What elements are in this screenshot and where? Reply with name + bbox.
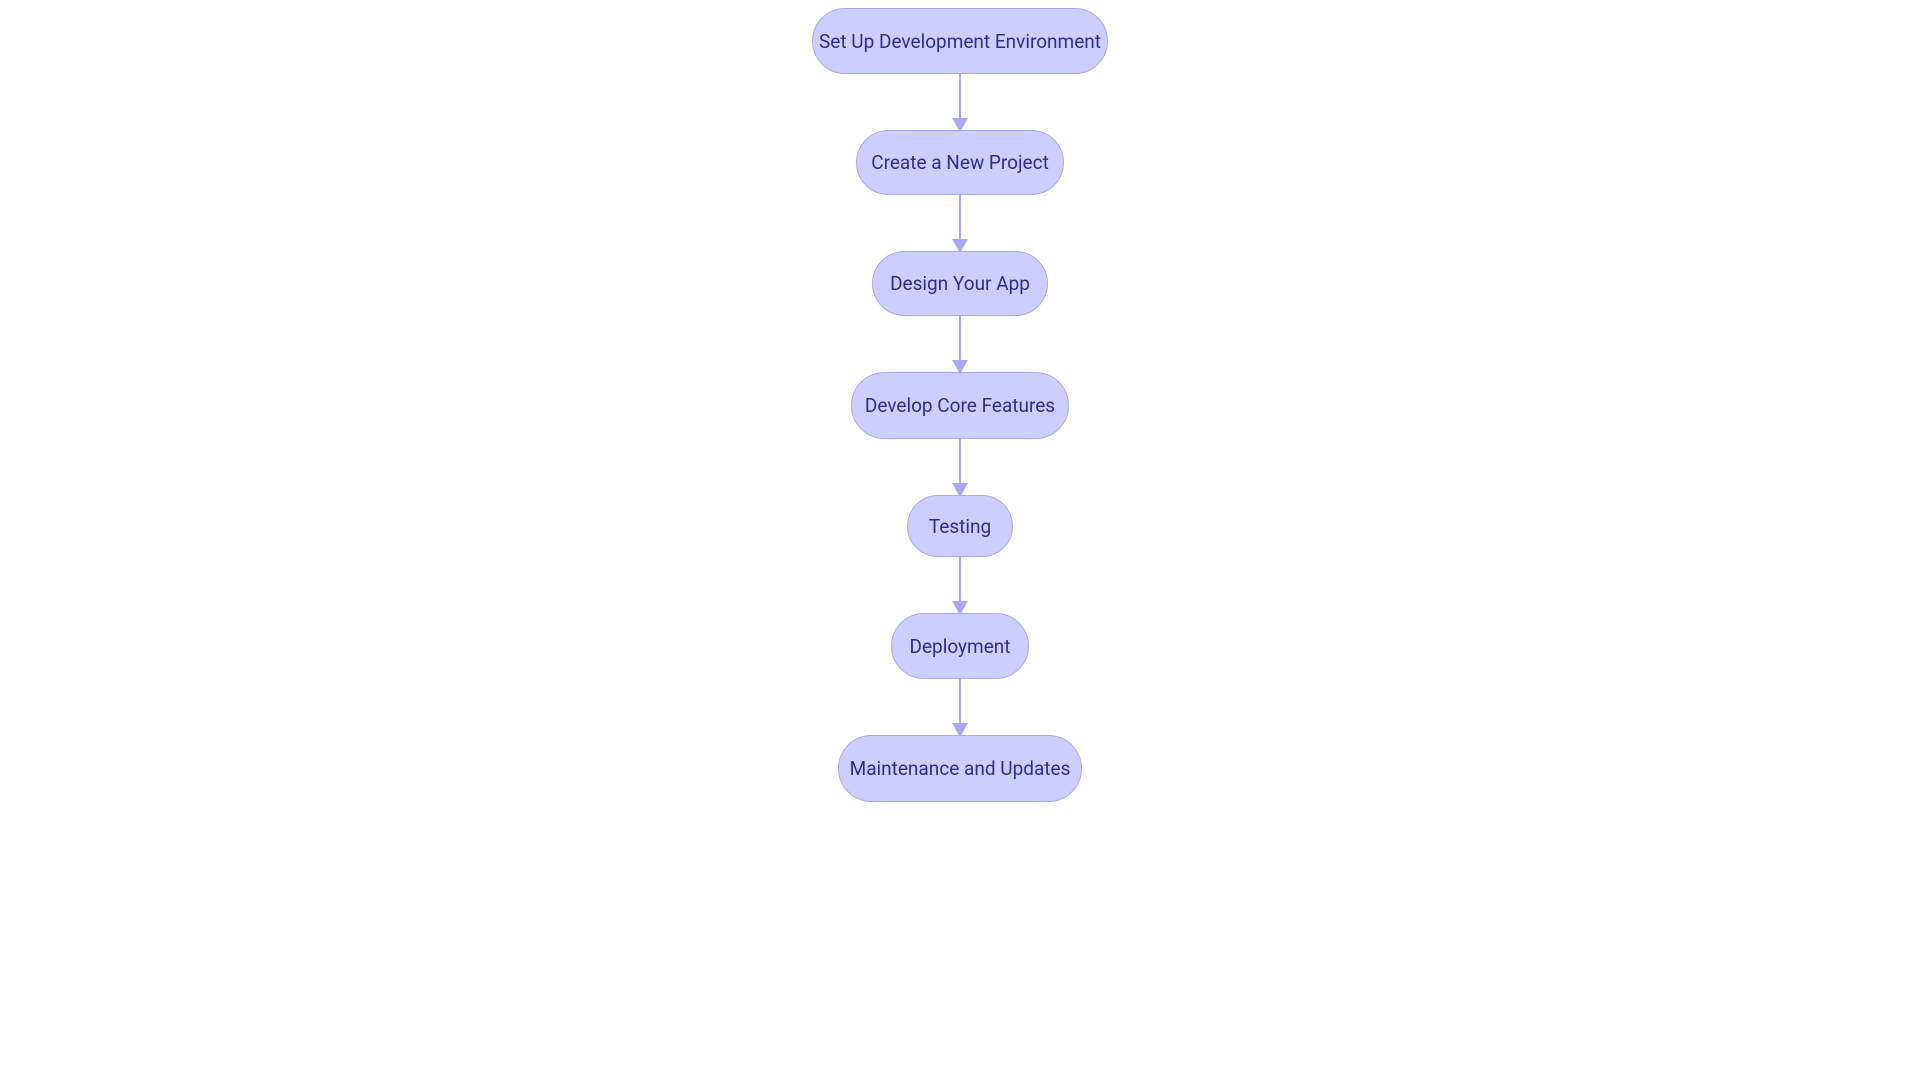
arrow-down-icon xyxy=(959,195,961,251)
node-develop-features: Develop Core Features xyxy=(851,372,1069,439)
node-label: Deployment xyxy=(910,637,1011,656)
arrow-down-icon xyxy=(959,74,961,130)
node-label: Design Your App xyxy=(890,274,1030,293)
flowchart-container: Set Up Development Environment Create a … xyxy=(812,8,1108,802)
node-deployment: Deployment xyxy=(891,613,1029,679)
node-create-project: Create a New Project xyxy=(856,130,1064,195)
arrow-down-icon xyxy=(959,316,961,372)
node-maintenance: Maintenance and Updates xyxy=(838,735,1082,802)
arrow-down-icon xyxy=(959,557,961,613)
node-testing: Testing xyxy=(907,495,1013,557)
node-label: Set Up Development Environment xyxy=(819,32,1101,51)
arrow-down-icon xyxy=(959,679,961,735)
node-label: Testing xyxy=(929,517,991,536)
node-setup-env: Set Up Development Environment xyxy=(812,8,1108,74)
arrow-down-icon xyxy=(959,439,961,495)
node-design-app: Design Your App xyxy=(872,251,1048,316)
node-label: Maintenance and Updates xyxy=(850,759,1071,778)
node-label: Create a New Project xyxy=(871,153,1049,172)
node-label: Develop Core Features xyxy=(865,396,1055,415)
